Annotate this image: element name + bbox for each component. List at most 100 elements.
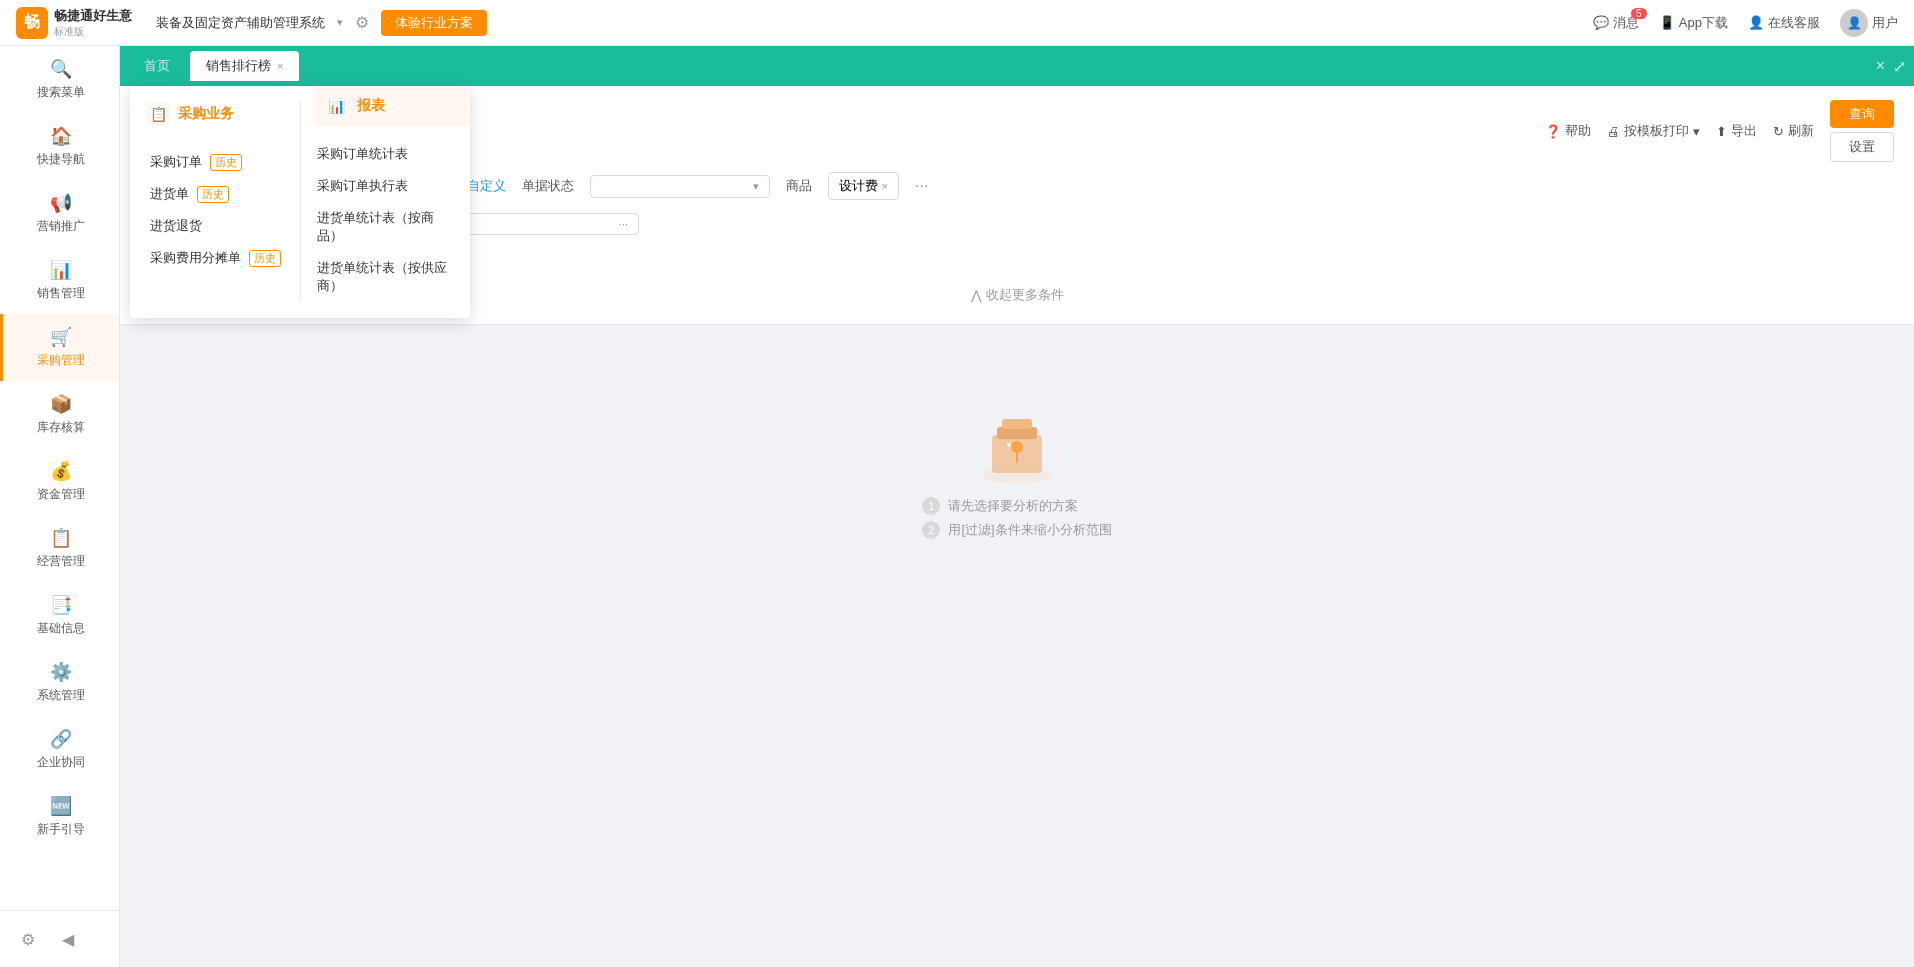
app-download-button[interactable]: 📱 App下载 xyxy=(1659,14,1728,32)
sidebar-item-marketing[interactable]: 📢 营销推广 xyxy=(0,180,119,247)
sidebar-item-basic[interactable]: 📑 基础信息 xyxy=(0,582,119,649)
guide-icon: 🆕 xyxy=(50,795,72,817)
export-icon: ⬆ xyxy=(1716,124,1727,139)
tab-close-all-button[interactable]: × xyxy=(1876,57,1885,75)
help-button[interactable]: ❓ 帮助 xyxy=(1545,122,1591,140)
empty-state: 1 请先选择要分析的方案 2 用[过滤]条件来缩小分析范围 xyxy=(120,325,1914,619)
purchase-col-title: 采购业务 xyxy=(178,105,234,123)
sidebar-label-system: 系统管理 xyxy=(37,687,85,704)
home-icon: 🏠 xyxy=(50,125,72,147)
online-service-button[interactable]: 👤 在线客服 xyxy=(1748,14,1820,32)
goods-dots[interactable]: ··· xyxy=(915,177,928,195)
sidebar-collapse-button[interactable]: ◀ xyxy=(52,923,84,955)
inventory-icon: 📦 xyxy=(50,393,72,415)
po-exec-label: 采购订单执行表 xyxy=(317,177,408,195)
print-dropdown-icon[interactable]: ▾ xyxy=(1693,124,1700,139)
tab-fullscreen-button[interactable]: ⤢ xyxy=(1893,57,1906,76)
sidebar-item-inventory[interactable]: 📦 库存核算 xyxy=(0,381,119,448)
help-icon: ❓ xyxy=(1545,124,1561,139)
salesperson-dropdown[interactable]: ··· xyxy=(459,213,639,235)
top-header: 畅 畅捷通好生意 标准版 装备及固定资产辅助管理系统 ▾ ⚙ 体验行业方案 💬 … xyxy=(0,0,1914,46)
sidebar-item-enterprise[interactable]: 🔗 企业协同 xyxy=(0,716,119,783)
sales-icon: 📊 xyxy=(50,259,72,281)
operations-icon: 📋 xyxy=(50,527,72,549)
user-area[interactable]: 👤 用户 xyxy=(1840,9,1898,37)
tab-sales-ranking-label: 销售排行榜 xyxy=(206,57,271,75)
print-button[interactable]: 🖨 按模板打印 ▾ xyxy=(1607,122,1700,140)
logo-main-text: 畅捷通好生意 xyxy=(54,7,132,25)
goods-tag-close[interactable]: × xyxy=(882,180,888,192)
purchase-order-label: 采购订单 xyxy=(150,153,202,171)
dropdown-item-po-exec[interactable]: 采购订单执行表 xyxy=(313,170,455,202)
sidebar-item-guide[interactable]: 🆕 新手引导 xyxy=(0,783,119,850)
expense-label: 采购费用分摊单 xyxy=(150,249,241,267)
user-label: 用户 xyxy=(1872,14,1898,32)
empty-text-2: 2 用[过滤]条件来缩小分析范围 xyxy=(922,521,1111,539)
dropdown-col-purchase: 📋 采购业务 采购订单 历史 进货单 历史 进货退货 采购费用分摊单 历史 xyxy=(146,102,288,302)
dropdown-col-header-purchase: 📋 采购业务 xyxy=(146,102,288,134)
order-status-arrow: ▾ xyxy=(753,180,759,193)
shortcut-custom[interactable]: 自定义 xyxy=(467,177,506,195)
sidebar-item-quick[interactable]: 🏠 快捷导航 xyxy=(0,113,119,180)
return-label: 进货退货 xyxy=(150,217,202,235)
tab-sales-ranking[interactable]: 销售排行榜 × xyxy=(190,51,299,81)
svg-point-4 xyxy=(1011,441,1023,453)
phone-icon: 📱 xyxy=(1659,15,1675,30)
enterprise-icon: 🔗 xyxy=(50,728,72,750)
sidebar-label-enterprise: 企业协同 xyxy=(37,754,85,771)
message-button[interactable]: 💬 消息 5 xyxy=(1593,14,1639,32)
sidebar-item-search[interactable]: 🔍 搜索菜单 xyxy=(0,46,119,113)
dropdown-item-receipt[interactable]: 进货单 历史 xyxy=(146,178,288,210)
sidebar-label-purchase: 采购管理 xyxy=(37,352,85,369)
service-icon: 👤 xyxy=(1748,15,1764,30)
empty-text-1: 1 请先选择要分析的方案 xyxy=(922,497,1111,515)
reports-col-icon: 📊 xyxy=(325,94,349,118)
dropdown-item-receipt-by-goods[interactable]: 进货单统计表（按商品） xyxy=(313,202,455,252)
collapse-up-icon: ⋀ xyxy=(971,288,982,303)
export-button[interactable]: ⬆ 导出 xyxy=(1716,122,1757,140)
refresh-icon: ↻ xyxy=(1773,124,1784,139)
dropdown-item-po[interactable]: 采购订单 历史 xyxy=(146,146,288,178)
purchase-dropdown-menu: 📋 采购业务 采购订单 历史 进货单 历史 进货退货 采购费用分摊单 历史 xyxy=(130,86,470,318)
logo-text: 畅捷通好生意 标准版 xyxy=(54,7,132,39)
sidebar-settings-button[interactable]: ⚙ xyxy=(12,923,44,955)
header-right: 💬 消息 5 📱 App下载 👤 在线客服 👤 用户 xyxy=(1593,9,1898,37)
sidebar-label-sales: 销售管理 xyxy=(37,285,85,302)
sidebar-item-operations[interactable]: 📋 经营管理 xyxy=(0,515,119,582)
sidebar-item-system[interactable]: ⚙️ 系统管理 xyxy=(0,649,119,716)
system-dropdown-arrow[interactable]: ▾ xyxy=(337,16,343,29)
dropdown-item-po-stats[interactable]: 采购订单统计表 xyxy=(313,138,455,170)
sidebar-label-inventory: 库存核算 xyxy=(37,419,85,436)
industry-button[interactable]: 体验行业方案 xyxy=(381,10,487,36)
order-status-label: 单据状态 xyxy=(522,177,574,195)
sidebar-item-purchase[interactable]: 🛒 采购管理 xyxy=(0,314,119,381)
query-button[interactable]: 查询 xyxy=(1830,100,1894,128)
sidebar-label-quick: 快捷导航 xyxy=(37,151,85,168)
dropdown-col-reports: 📊 报表 采购订单统计表 采购订单执行表 进货单统计表（按商品） 进货单统计表（… xyxy=(313,102,455,302)
sidebar-label-finance: 资金管理 xyxy=(37,486,85,503)
tab-bar-actions: × ⤢ xyxy=(1876,57,1906,76)
sidebar-item-finance[interactable]: 💰 资金管理 xyxy=(0,448,119,515)
po-stats-label: 采购订单统计表 xyxy=(317,145,408,163)
receipt-by-goods-label: 进货单统计表（按商品） xyxy=(317,209,451,245)
sidebar-label-guide: 新手引导 xyxy=(37,821,85,838)
order-status-dropdown[interactable]: ▾ xyxy=(590,175,770,198)
receipt-by-supplier-label: 进货单统计表（按供应商） xyxy=(317,259,451,295)
sidebar-label-operations: 经营管理 xyxy=(37,553,85,570)
logo-area: 畅 畅捷通好生意 标准版 xyxy=(16,7,136,39)
finance-icon: 💰 xyxy=(50,460,72,482)
dropdown-item-return[interactable]: 进货退货 xyxy=(146,210,288,242)
salesperson-arrow: ··· xyxy=(619,218,628,230)
tab-home[interactable]: 首页 xyxy=(128,51,186,81)
sidebar-item-sales[interactable]: 📊 销售管理 xyxy=(0,247,119,314)
sidebar-label-search: 搜索菜单 xyxy=(37,84,85,101)
gear-icon[interactable]: ⚙ xyxy=(355,13,369,32)
goods-tag: 设计费 × xyxy=(828,172,899,200)
receipt-history-tag: 历史 xyxy=(197,186,229,203)
refresh-button[interactable]: ↻ 刷新 xyxy=(1773,122,1814,140)
dropdown-item-receipt-by-supplier[interactable]: 进货单统计表（按供应商） xyxy=(313,252,455,302)
tab-close-icon[interactable]: × xyxy=(277,60,283,72)
dropdown-item-expense[interactable]: 采购费用分摊单 历史 xyxy=(146,242,288,274)
set-button[interactable]: 设置 xyxy=(1830,132,1894,162)
marketing-icon: 📢 xyxy=(50,192,72,214)
